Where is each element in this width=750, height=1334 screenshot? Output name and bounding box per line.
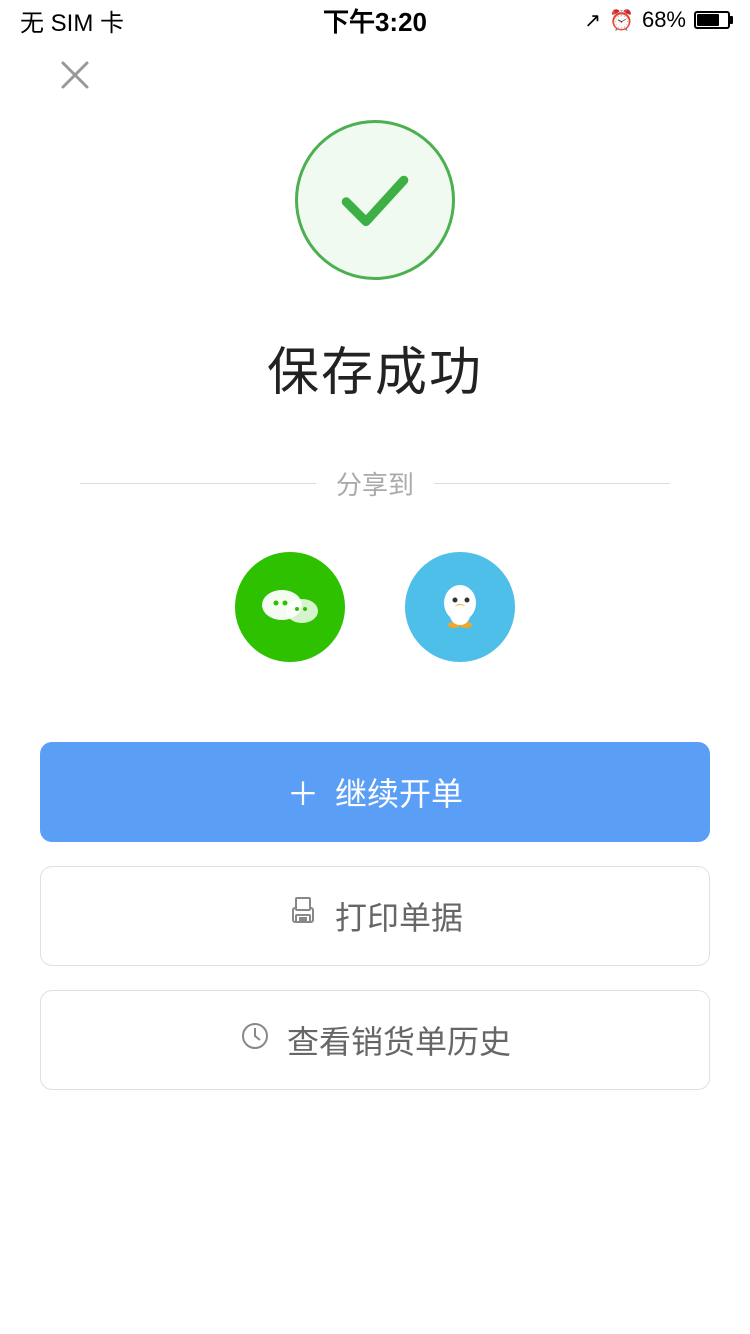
print-label: 打印单据 (335, 893, 463, 939)
battery-percent: 68% (642, 7, 686, 33)
wechat-icon (258, 575, 323, 640)
qq-icon (428, 575, 493, 640)
history-icon (239, 1020, 271, 1060)
history-label: 查看销货单历史 (287, 1017, 511, 1063)
status-time: 下午3:20 (323, 2, 427, 39)
carrier-text: 无 SIM 卡 (20, 3, 124, 38)
status-bar: 无 SIM 卡 下午3:20 ↗ ⏰ 68% (0, 0, 750, 40)
share-label: 分享到 (316, 465, 434, 502)
print-button[interactable]: 打印单据 (40, 866, 710, 966)
continue-button[interactable]: ＋ 继续开单 (40, 742, 710, 842)
continue-icon: ＋ (287, 769, 319, 815)
share-icons-row (235, 552, 515, 662)
status-right: ↗ ⏰ 68% (584, 7, 730, 33)
location-icon: ↗ (584, 8, 601, 33)
print-icon (287, 896, 319, 936)
action-buttons: ＋ 继续开单 打印单据 (0, 742, 750, 1090)
success-icon-circle (295, 120, 455, 280)
share-divider: 分享到 (0, 465, 750, 502)
status-left: 无 SIM 卡 (20, 3, 132, 38)
divider-right (434, 483, 670, 484)
close-button[interactable] (50, 50, 100, 100)
qq-share-button[interactable] (405, 552, 515, 662)
history-button[interactable]: 查看销货单历史 (40, 990, 710, 1090)
continue-label: 继续开单 (335, 769, 463, 815)
divider-left (80, 483, 316, 484)
checkmark-icon (330, 155, 420, 245)
wechat-share-button[interactable] (235, 552, 345, 662)
alarm-icon: ⏰ (609, 8, 634, 33)
success-title: 保存成功 (267, 330, 483, 405)
main-content: 保存成功 分享到 (0, 40, 750, 1090)
battery-icon (694, 11, 730, 29)
